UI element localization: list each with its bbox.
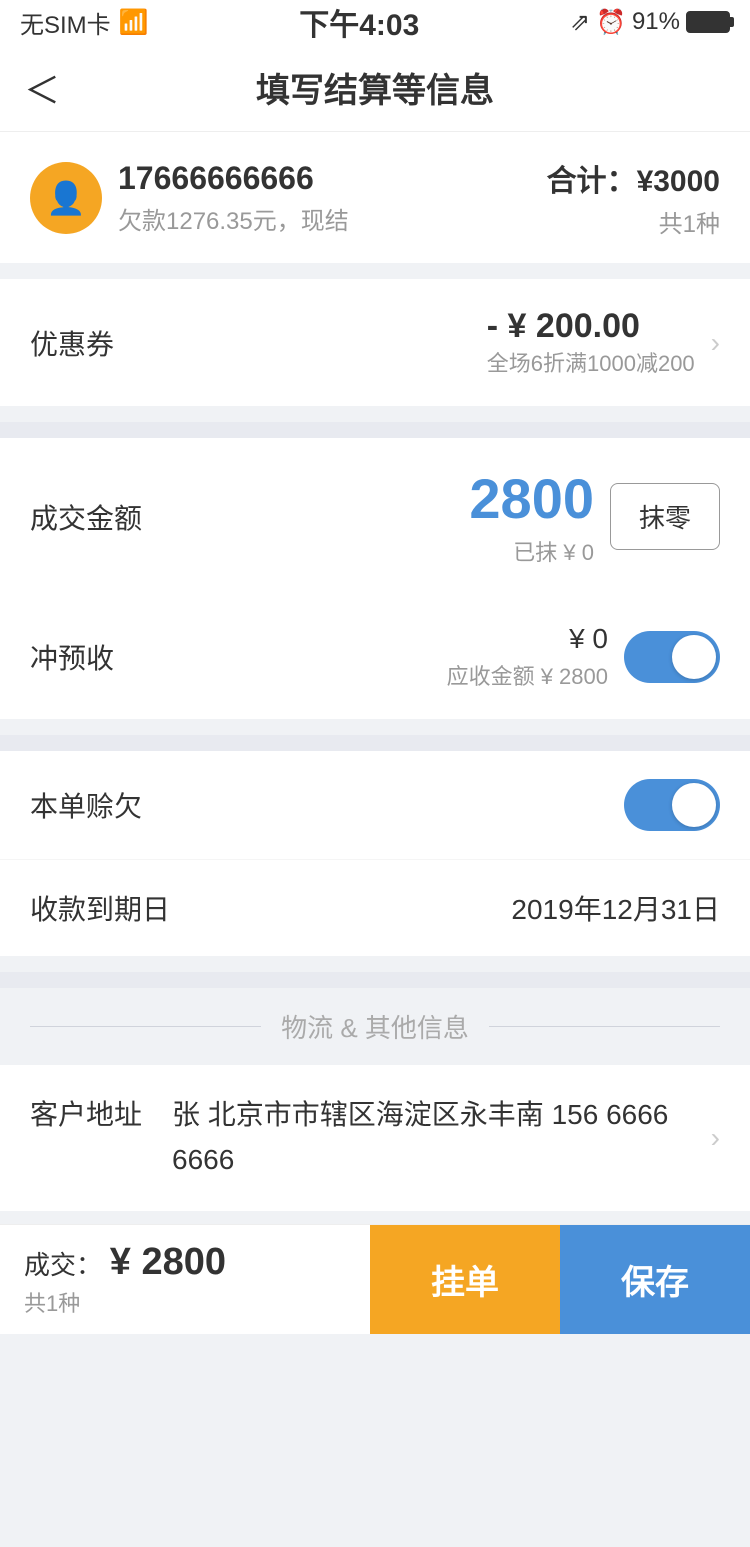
status-bar: 无SIM卡 📶 下午4:03 ⇗ ⏰ 91% [0, 0, 750, 44]
coupon-value-block: - ¥ 200.00 全场6折满1000减200 [487, 307, 695, 378]
content: 👤 17666666666 欠款1276.35元，现结 合计：¥3000 共1种… [0, 132, 750, 1547]
due-date-label: 收款到期日 [30, 888, 170, 928]
prepayment-value-block: ¥ 0 应收金额 ¥ 2800 [447, 623, 608, 691]
customer-right: 合计：¥3000 共1种 [547, 156, 720, 239]
prepayment-toggle[interactable] [624, 631, 720, 683]
status-left: 无SIM卡 📶 [20, 5, 149, 40]
prepayment-label: 冲预收 [30, 637, 114, 677]
credit-row: 本单赊欠 [0, 751, 750, 860]
divider-2 [0, 735, 750, 751]
customer-info: 17666666666 欠款1276.35元，现结 [118, 160, 349, 236]
page-title: 填写结算等信息 [256, 63, 494, 112]
alarm-icon: ⏰ [596, 8, 626, 37]
status-right: ⇗ ⏰ 91% [570, 8, 730, 37]
coupon-desc: 全场6折满1000减200 [487, 346, 695, 378]
logistics-sep-text: 物流 & 其他信息 [281, 1008, 469, 1045]
credit-right [624, 779, 720, 831]
bottom-bar: 成交： ¥ 2800 共1种 挂单 保存 [0, 1224, 750, 1334]
battery-icon [686, 11, 730, 33]
due-date-row: 收款到期日 2019年12月31日 [0, 860, 750, 956]
deal-amount-section: 成交金额 2800 已抹 ¥ 0 抹零 冲预收 ¥ 0 应收金额 ¥ 2800 [0, 438, 750, 719]
avatar: 👤 [30, 162, 102, 234]
credit-toggle[interactable] [624, 779, 720, 831]
total-label: 合计： [547, 165, 637, 198]
address-arrow-icon: › [711, 1122, 720, 1154]
total-amount: 合计：¥3000 [547, 156, 720, 200]
total-count: 共1种 [547, 204, 720, 239]
total-value: ¥3000 [637, 165, 720, 198]
due-date-value: 2019年12月31日 [511, 888, 720, 928]
hang-order-button[interactable]: 挂单 [370, 1225, 560, 1334]
address-label: 客户地址 [30, 1093, 142, 1138]
prepayment-right: ¥ 0 应收金额 ¥ 2800 [447, 623, 720, 691]
page-header: ＜ 填写结算等信息 [0, 44, 750, 132]
deal-amount-label: 成交金额 [30, 497, 142, 537]
status-time: 下午4:03 [299, 0, 419, 44]
sep-line-left [30, 1026, 261, 1027]
carrier-text: 无SIM卡 [20, 5, 111, 40]
credit-label: 本单赊欠 [30, 785, 142, 825]
round-zero-button[interactable]: 抹零 [610, 483, 720, 550]
coupon-value: - ¥ 200.00 [487, 307, 695, 346]
coupon-arrow-icon: › [711, 327, 720, 359]
location-icon: ⇗ [570, 8, 590, 37]
bottom-info: 成交： ¥ 2800 共1种 [0, 1225, 370, 1334]
logistics-sep: 物流 & 其他信息 [0, 988, 750, 1065]
deal-amount-row: 成交金额 2800 已抹 ¥ 0 抹零 [0, 438, 750, 595]
coupon-right: - ¥ 200.00 全场6折满1000减200 › [487, 307, 720, 378]
amount-block: 2800 已抹 ¥ 0 [469, 466, 594, 567]
bottom-deal-row: 成交： ¥ 2800 [24, 1241, 346, 1284]
deal-amount-sub: 已抹 ¥ 0 [469, 535, 594, 567]
prepayment-row: 冲预收 ¥ 0 应收金额 ¥ 2800 [0, 595, 750, 719]
deal-amount-right: 2800 已抹 ¥ 0 抹零 [469, 466, 720, 567]
coupon-label: 优惠券 [30, 323, 114, 363]
address-value: 张 北京市市辖区海淀区永丰南 156 6666 6666 [172, 1093, 681, 1183]
bottom-deal-label: 成交： [24, 1250, 102, 1280]
save-button[interactable]: 保存 [560, 1225, 750, 1334]
address-row[interactable]: 客户地址 张 北京市市辖区海淀区永丰南 156 6666 6666 › [0, 1065, 750, 1211]
prepayment-sub: 应收金额 ¥ 2800 [447, 659, 608, 691]
wifi-icon: 📶 [119, 8, 149, 37]
customer-left: 👤 17666666666 欠款1276.35元，现结 [30, 160, 349, 236]
battery-percent: 91% [632, 8, 680, 36]
deal-amount-number: 2800 [469, 466, 594, 531]
bottom-amount: ¥ 2800 [110, 1241, 226, 1283]
prepayment-value: ¥ 0 [447, 623, 608, 655]
customer-card: 👤 17666666666 欠款1276.35元，现结 合计：¥3000 共1种 [0, 132, 750, 263]
sep-line-right [489, 1026, 720, 1027]
back-button[interactable]: ＜ [24, 62, 60, 114]
credit-section: 本单赊欠 收款到期日 2019年12月31日 [0, 751, 750, 956]
divider-3 [0, 972, 750, 988]
customer-sub: 欠款1276.35元，现结 [118, 201, 349, 236]
coupon-section: 优惠券 - ¥ 200.00 全场6折满1000减200 › [0, 279, 750, 406]
customer-phone: 17666666666 [118, 160, 349, 197]
coupon-row[interactable]: 优惠券 - ¥ 200.00 全场6折满1000减200 › [0, 279, 750, 406]
bottom-count: 共1种 [24, 1286, 346, 1318]
divider-1 [0, 422, 750, 438]
